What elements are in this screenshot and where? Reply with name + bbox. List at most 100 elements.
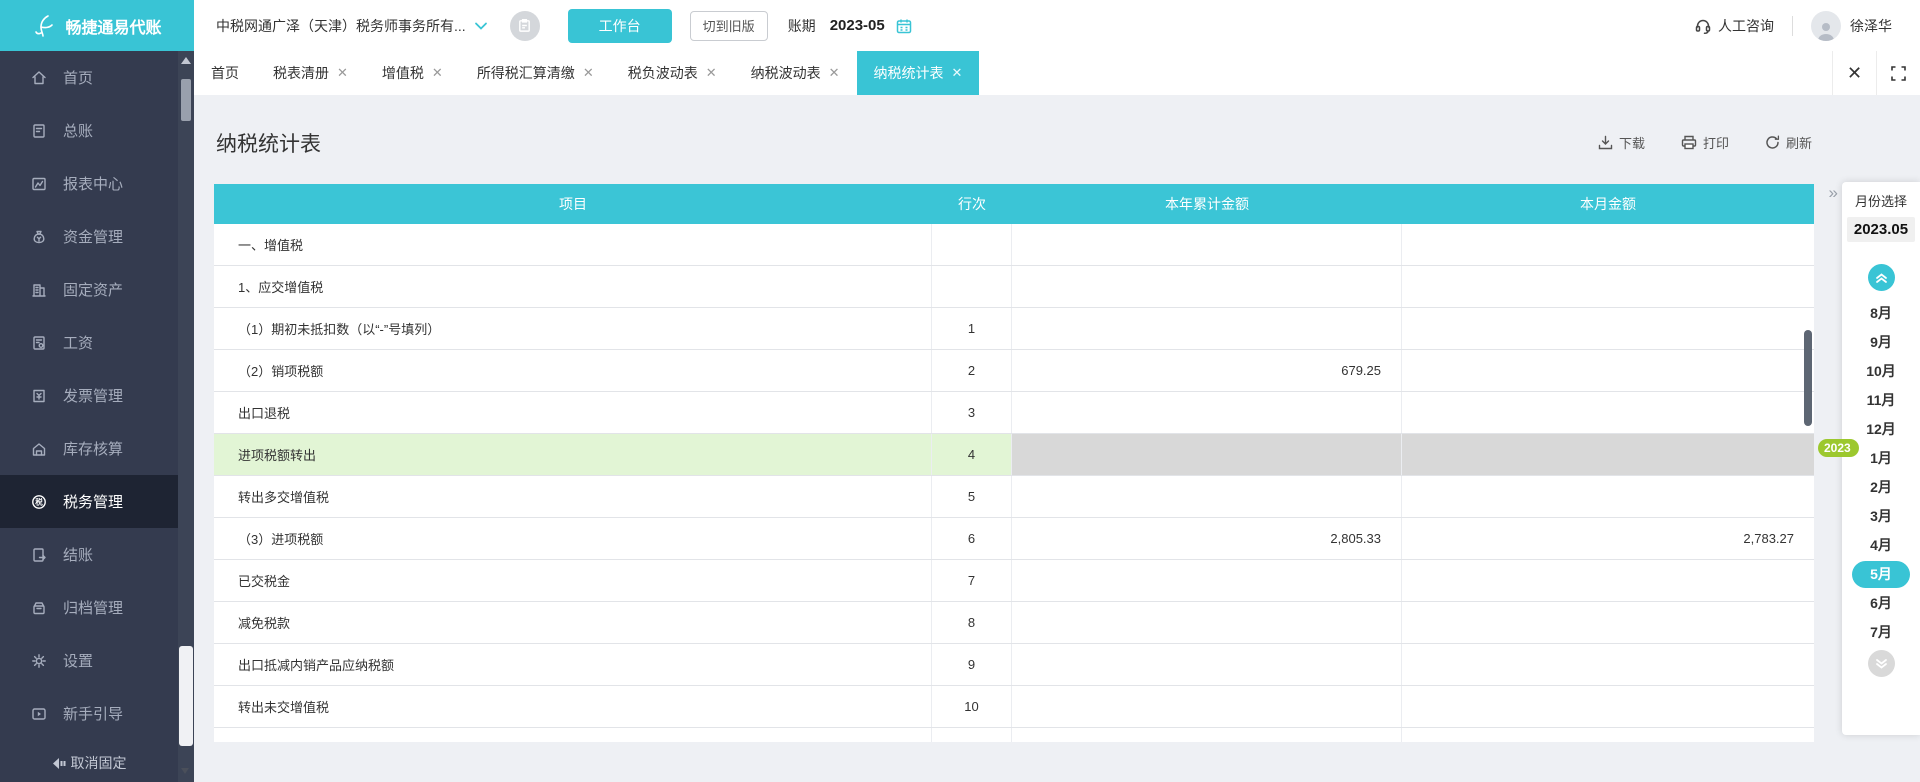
tab-label: 增值税 bbox=[381, 65, 424, 81]
user-menu[interactable]: 徐泽华 bbox=[1811, 10, 1892, 41]
month-item[interactable]: 10月 bbox=[1842, 357, 1920, 386]
fullscreen-button[interactable] bbox=[1876, 51, 1920, 95]
tab-tax-form-register[interactable]: 税表清册 ✕ bbox=[256, 51, 365, 95]
tab-close-icon[interactable]: ✕ bbox=[432, 65, 443, 81]
header-divider bbox=[1792, 15, 1793, 36]
table-row[interactable] bbox=[214, 728, 1814, 742]
cell-project: 转出多交增值税 bbox=[214, 476, 932, 517]
cell-ytd-amount bbox=[1012, 644, 1402, 685]
month-item[interactable]: 9月 bbox=[1842, 328, 1920, 357]
sidebar-item-tax[interactable]: 税 税务管理 bbox=[0, 475, 178, 528]
month-item[interactable]: 4月 bbox=[1842, 531, 1920, 560]
unpin-sidebar-button[interactable]: 取消固定 bbox=[0, 748, 178, 778]
user-name: 徐泽华 bbox=[1850, 17, 1892, 34]
clipboard-badge-icon[interactable] bbox=[509, 10, 540, 41]
headset-icon bbox=[1695, 19, 1711, 34]
scroll-months-down-button[interactable] bbox=[1867, 650, 1895, 677]
tab-tax-payment-statistics[interactable]: 纳税统计表 ✕ bbox=[856, 51, 980, 95]
cell-line-number: 9 bbox=[932, 644, 1012, 685]
table-row[interactable]: 转出多交增值税 5 bbox=[214, 476, 1814, 518]
tax-statistics-table: 项目 行次 本年累计金额 本月金额 一、增值税 1、应交增值税 （1）期初未抵扣数（以… bbox=[214, 184, 1814, 742]
table-row[interactable]: 减免税款 8 bbox=[214, 602, 1814, 644]
tab-close-icon[interactable]: ✕ bbox=[952, 65, 963, 81]
close-all-tabs-button[interactable]: ✕ bbox=[1832, 51, 1876, 95]
sidebar-item-settings[interactable]: 设置 bbox=[0, 634, 178, 687]
table-scrollbar-thumb[interactable] bbox=[1804, 330, 1812, 426]
sidebar-item-closing[interactable]: 结账 bbox=[0, 528, 178, 581]
tab-tax-burden-fluctuation[interactable]: 税负波动表 ✕ bbox=[611, 51, 734, 95]
sidebar-item-guide[interactable]: 新手引导 bbox=[0, 687, 178, 740]
tab-income-tax-settlement[interactable]: 所得税汇算清缴 ✕ bbox=[460, 51, 611, 95]
cell-ytd-amount bbox=[1012, 728, 1402, 742]
unpin-icon bbox=[52, 757, 65, 769]
sidebar-menu: 首页 总账 报表中心 资金管理 固定资产 工资 发票管理 库存核算 税 税务管理… bbox=[0, 51, 178, 740]
month-item[interactable]: 7月 bbox=[1842, 618, 1920, 647]
workbench-button[interactable]: 工作台 bbox=[567, 8, 672, 43]
sidebar-item-report-center[interactable]: 报表中心 bbox=[0, 157, 178, 210]
table-row[interactable]: 一、增值税 bbox=[214, 224, 1814, 266]
download-label: 下载 bbox=[1618, 136, 1645, 151]
tab-close-icon[interactable]: ✕ bbox=[829, 65, 840, 81]
tab-close-icon[interactable]: ✕ bbox=[337, 65, 348, 81]
table-row[interactable]: （2）销项税额 2 679.25 bbox=[214, 350, 1814, 392]
scrollbar-thumb[interactable] bbox=[181, 79, 191, 121]
sidebar-item-archive[interactable]: 归档管理 bbox=[0, 581, 178, 634]
sidebar-item-fixed-assets[interactable]: 固定资产 bbox=[0, 263, 178, 316]
scroll-up-arrow-icon[interactable] bbox=[181, 57, 191, 64]
tab-close-icon[interactable]: ✕ bbox=[583, 65, 594, 81]
month-item[interactable]: 3月 bbox=[1842, 502, 1920, 531]
tax-icon: 税 bbox=[30, 492, 49, 511]
sidebar-item-funds[interactable]: 资金管理 bbox=[0, 210, 178, 263]
sidebar-item-inventory[interactable]: 库存核算 bbox=[0, 422, 178, 475]
column-header: 项目 bbox=[559, 196, 587, 212]
month-item[interactable]: 5月 bbox=[1852, 561, 1910, 588]
switch-old-version-button[interactable]: 切到旧版 bbox=[689, 10, 768, 41]
tab-label: 纳税波动表 bbox=[750, 65, 821, 81]
app-logo[interactable]: 畅捷通易代账 bbox=[0, 0, 194, 51]
fullscreen-icon bbox=[1891, 65, 1906, 81]
cell-line-number: 6 bbox=[932, 518, 1012, 559]
table-row[interactable]: 转出未交增值税 10 bbox=[214, 686, 1814, 728]
month-item[interactable]: 6月 bbox=[1842, 589, 1920, 618]
table-row[interactable]: （1）期初未抵扣数（以“-”号填列） 1 bbox=[214, 308, 1814, 350]
tab-close-icon[interactable]: ✕ bbox=[706, 65, 717, 81]
tab-label: 首页 bbox=[211, 65, 239, 81]
cell-project: （2）销项税额 bbox=[214, 350, 932, 391]
tab-home[interactable]: 首页 bbox=[194, 51, 256, 95]
table-body: 一、增值税 1、应交增值税 （1）期初未抵扣数（以“-”号填列） 1 （2）销项… bbox=[214, 224, 1814, 742]
support-link[interactable]: 人工咨询 bbox=[1694, 16, 1774, 36]
cell-project: 出口退税 bbox=[214, 392, 932, 433]
download-button[interactable]: 下载 bbox=[1598, 133, 1645, 152]
sidebar-item-payroll[interactable]: 工资 bbox=[0, 316, 178, 369]
cell-line-number bbox=[932, 224, 1012, 265]
cell-ytd-amount bbox=[1012, 224, 1402, 265]
cell-month-amount bbox=[1402, 266, 1814, 307]
month-item[interactable]: 2月 bbox=[1842, 473, 1920, 502]
tab-vat[interactable]: 增值税 ✕ bbox=[365, 51, 460, 95]
table-row[interactable]: 已交税金 7 bbox=[214, 560, 1814, 602]
table-row[interactable]: （3）进项税额 6 2,805.33 2,783.27 bbox=[214, 518, 1814, 560]
month-item[interactable]: 11月 bbox=[1842, 386, 1920, 415]
sidebar-item-invoice[interactable]: 发票管理 bbox=[0, 369, 178, 422]
fixed-assets-icon bbox=[30, 280, 49, 299]
scroll-down-button[interactable] bbox=[179, 646, 193, 746]
sidebar-item-general-ledger[interactable]: 总账 bbox=[0, 104, 178, 157]
calendar-icon[interactable] bbox=[895, 17, 913, 35]
collapse-month-panel-icon[interactable]: » bbox=[1829, 184, 1838, 201]
table-row[interactable]: 出口退税 3 bbox=[214, 392, 1814, 434]
print-button[interactable]: 打印 bbox=[1681, 133, 1729, 152]
table-row[interactable]: 出口抵减内销产品应纳税额 9 bbox=[214, 644, 1814, 686]
page-toolbar: 纳税统计表 下载 打印 刷新 bbox=[194, 95, 1920, 184]
refresh-button[interactable]: 刷新 bbox=[1765, 133, 1812, 152]
company-selector[interactable]: 中税网通广泽（天津）税务师事务所有... bbox=[216, 16, 488, 36]
sidebar-item-home[interactable]: 首页 bbox=[0, 51, 178, 104]
month-item[interactable]: 8月 bbox=[1842, 299, 1920, 328]
payroll-icon bbox=[30, 333, 49, 352]
avatar bbox=[1811, 10, 1841, 41]
sidebar-scrollbar[interactable] bbox=[178, 51, 194, 782]
table-row[interactable]: 进项税额转出 4 bbox=[214, 434, 1814, 476]
table-row[interactable]: 1、应交增值税 bbox=[214, 266, 1814, 308]
scroll-months-up-button[interactable] bbox=[1867, 264, 1895, 291]
tab-tax-payment-fluctuation[interactable]: 纳税波动表 ✕ bbox=[734, 51, 857, 95]
period-value[interactable]: 2023-05 bbox=[830, 17, 885, 34]
